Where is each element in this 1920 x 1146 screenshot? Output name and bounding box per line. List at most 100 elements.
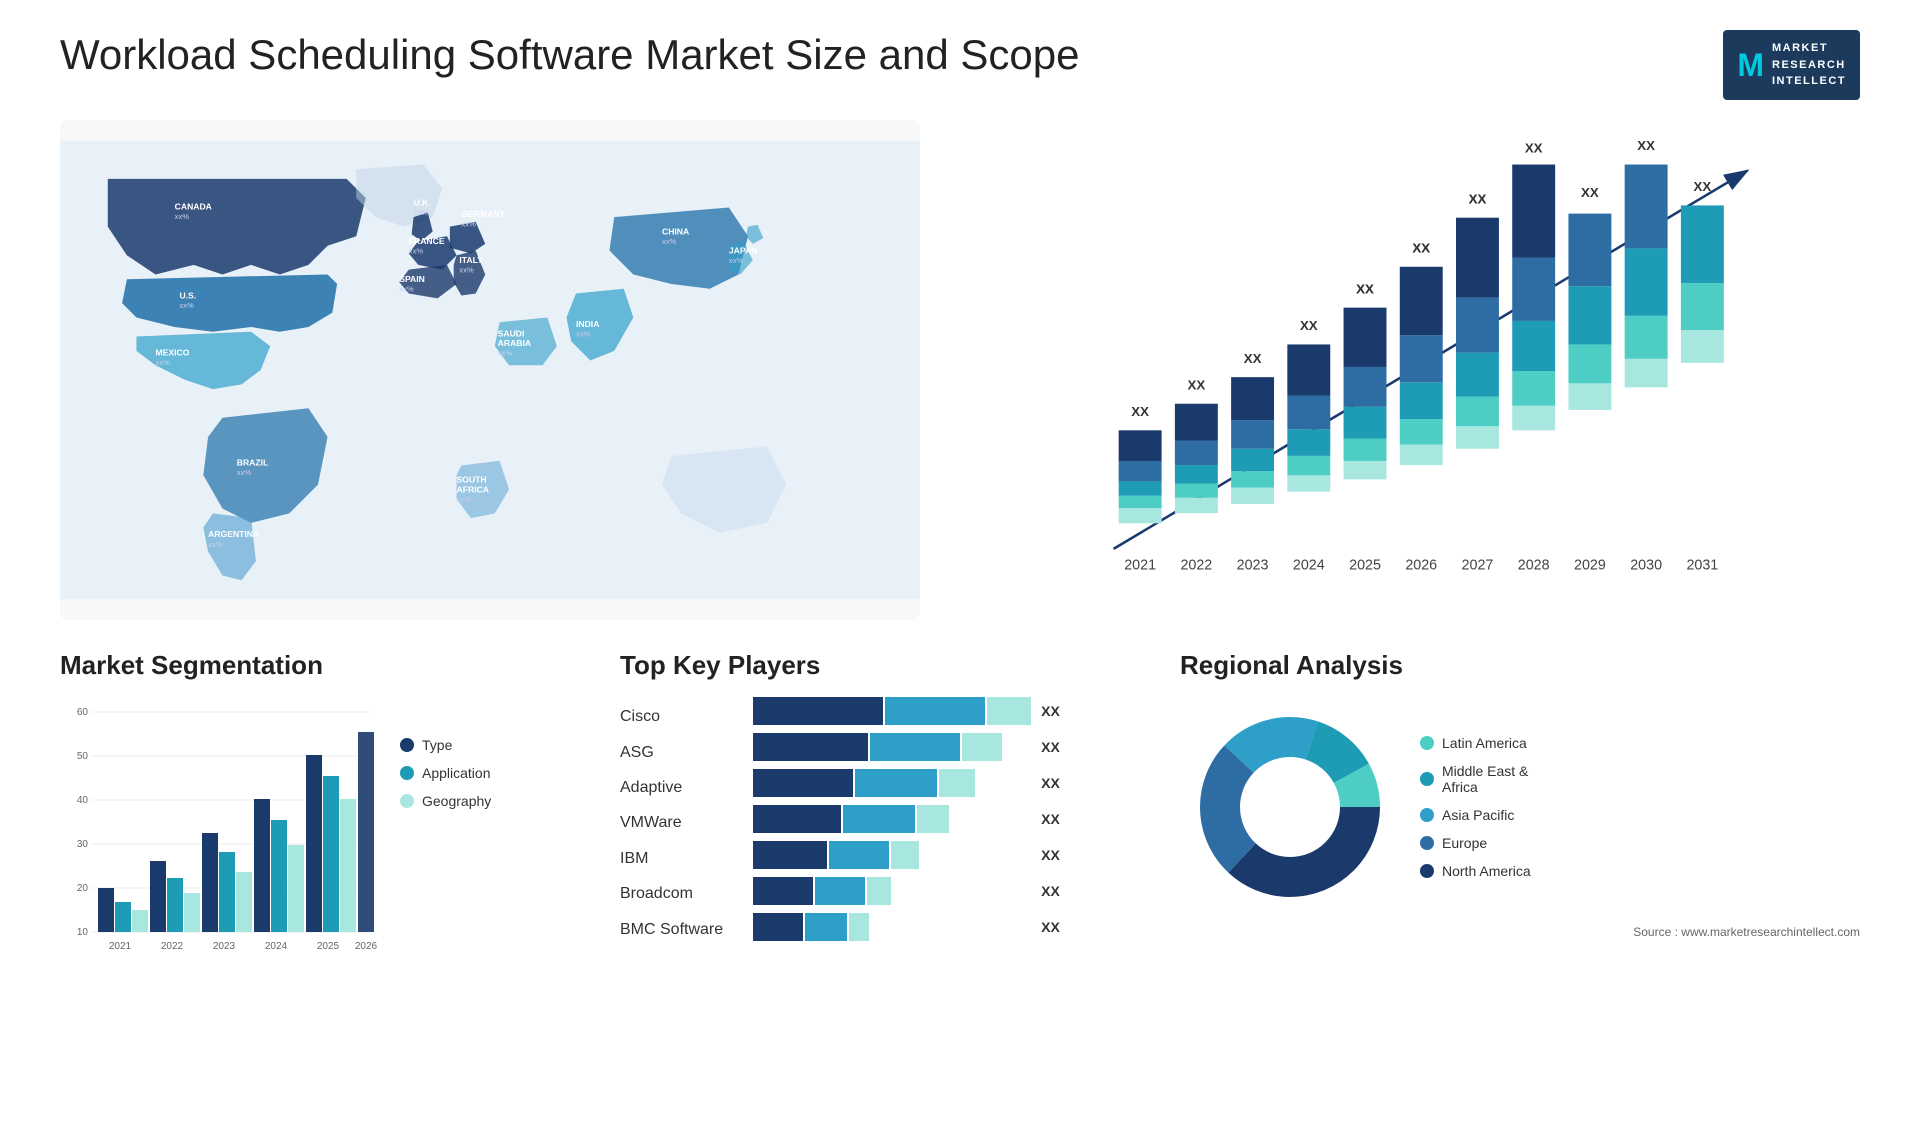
asg-value: XX	[1041, 739, 1060, 755]
players-list: Cisco ASG Adaptive VMWare IBM Broadcom B…	[620, 697, 1140, 941]
svg-text:2024: 2024	[265, 941, 288, 952]
svg-text:XX: XX	[1694, 179, 1712, 194]
players-bars: XX XX	[753, 697, 1140, 941]
svg-text:50: 50	[77, 751, 89, 762]
legend-north-america: North America	[1420, 863, 1531, 879]
vmware-value: XX	[1041, 811, 1060, 827]
application-label: Application	[422, 765, 491, 781]
bar-ibm: XX	[753, 841, 1140, 869]
svg-text:2025: 2025	[317, 941, 340, 952]
svg-text:20: 20	[77, 883, 89, 894]
player-ibm: IBM	[620, 850, 723, 868]
asia-pacific-label: Asia Pacific	[1442, 807, 1514, 823]
svg-text:2027: 2027	[1462, 557, 1494, 573]
regional-title: Regional Analysis	[1180, 650, 1860, 681]
bar-bmc: XX	[753, 913, 1140, 941]
player-bmc: BMC Software	[620, 921, 723, 939]
svg-text:CANADA: CANADA	[175, 201, 212, 211]
players-names: Cisco ASG Adaptive VMWare IBM Broadcom B…	[620, 697, 723, 941]
geography-label: Geography	[422, 793, 491, 809]
europe-label: Europe	[1442, 835, 1487, 851]
svg-text:10: 10	[77, 927, 89, 938]
svg-text:BRAZIL: BRAZIL	[237, 457, 269, 467]
svg-text:XX: XX	[1188, 377, 1206, 392]
svg-text:2028: 2028	[1518, 557, 1550, 573]
svg-text:SAUDI: SAUDI	[498, 328, 525, 338]
svg-text:xx%: xx%	[576, 329, 591, 338]
cisco-value: XX	[1041, 703, 1060, 719]
type-label: Type	[422, 737, 452, 753]
regional-analysis: Regional Analysis	[1180, 650, 1860, 1010]
svg-text:ARABIA: ARABIA	[498, 338, 531, 348]
svg-text:SPAIN: SPAIN	[399, 274, 425, 284]
ibm-value: XX	[1041, 847, 1060, 863]
player-cisco: Cisco	[620, 708, 723, 726]
svg-text:2021: 2021	[109, 941, 132, 952]
logo-m-icon: M	[1737, 49, 1764, 81]
svg-text:2031: 2031	[1686, 557, 1718, 573]
bar-chart: XX XX XX XX	[960, 120, 1860, 620]
broadcom-value: XX	[1041, 883, 1060, 899]
world-map-svg: CANADA xx% U.S. xx% MEXICO xx% BRAZIL xx…	[60, 120, 920, 620]
svg-text:2022: 2022	[161, 941, 184, 952]
key-players: Top Key Players Cisco ASG Adaptive VMWar…	[620, 650, 1140, 1010]
market-segmentation: Market Segmentation 60 50 40 30 20 10	[60, 650, 580, 1010]
legend-europe: Europe	[1420, 835, 1531, 851]
svg-text:xx%: xx%	[498, 348, 513, 357]
svg-text:U.S.: U.S.	[179, 290, 196, 300]
svg-text:2026: 2026	[355, 941, 378, 952]
world-map: CANADA xx% U.S. xx% MEXICO xx% BRAZIL xx…	[60, 120, 920, 620]
svg-text:2026: 2026	[1405, 557, 1437, 573]
bar-chart-svg: XX XX XX XX	[980, 140, 1840, 600]
svg-text:XX: XX	[1131, 404, 1149, 419]
player-broadcom: Broadcom	[620, 885, 723, 903]
svg-text:xx%: xx%	[156, 358, 171, 367]
svg-text:XX: XX	[1412, 240, 1430, 255]
svg-text:xx%: xx%	[175, 212, 190, 221]
bottom-section: Market Segmentation 60 50 40 30 20 10	[60, 650, 1860, 1010]
svg-text:2029: 2029	[1574, 557, 1606, 573]
donut-chart	[1180, 697, 1400, 917]
svg-text:xx%: xx%	[414, 208, 429, 217]
svg-text:2022: 2022	[1180, 557, 1212, 573]
svg-text:xx%: xx%	[208, 539, 223, 548]
legend-middle-east: Middle East &Africa	[1420, 763, 1531, 795]
svg-text:xx%: xx%	[399, 284, 414, 293]
svg-text:XX: XX	[1356, 281, 1374, 296]
north-america-dot	[1420, 864, 1434, 878]
application-dot	[400, 766, 414, 780]
svg-text:xx%: xx%	[662, 236, 677, 245]
bar-asg: XX	[753, 733, 1140, 761]
svg-text:30: 30	[77, 839, 89, 850]
page-title: Workload Scheduling Software Market Size…	[60, 30, 1079, 80]
player-vmware: VMWare	[620, 814, 723, 832]
svg-text:GERMANY: GERMANY	[461, 209, 505, 219]
svg-text:XX: XX	[1300, 318, 1318, 333]
legend-latin-america: Latin America	[1420, 735, 1531, 751]
latin-america-dot	[1420, 736, 1434, 750]
svg-text:U.K.: U.K.	[414, 197, 431, 207]
svg-text:40: 40	[77, 795, 89, 806]
svg-text:XX: XX	[1469, 191, 1487, 206]
svg-text:CHINA: CHINA	[662, 226, 689, 236]
source-text: Source : www.marketresearchintellect.com	[1180, 925, 1860, 939]
logo: M MARKETRESEARCHINTELLECT	[1723, 30, 1860, 100]
svg-text:2023: 2023	[213, 941, 236, 952]
asia-pacific-dot	[1420, 808, 1434, 822]
svg-text:xx%: xx%	[409, 246, 424, 255]
svg-text:ITALY: ITALY	[459, 254, 483, 264]
svg-text:AFRICA: AFRICA	[457, 484, 489, 494]
top-section: CANADA xx% U.S. xx% MEXICO xx% BRAZIL xx…	[60, 120, 1860, 620]
regional-chart: Latin America Middle East &Africa Asia P…	[1180, 697, 1860, 917]
bar-vmware: XX	[753, 805, 1140, 833]
svg-text:XX: XX	[1581, 185, 1599, 200]
svg-text:FRANCE: FRANCE	[409, 235, 445, 245]
svg-text:2024: 2024	[1293, 557, 1325, 573]
svg-text:xx%: xx%	[179, 300, 194, 309]
europe-dot	[1420, 836, 1434, 850]
svg-text:xx%: xx%	[457, 494, 472, 503]
bar-adaptive: XX	[753, 769, 1140, 797]
legend-type: Type	[400, 737, 491, 753]
middle-east-dot	[1420, 772, 1434, 786]
regional-legend: Latin America Middle East &Africa Asia P…	[1420, 735, 1531, 879]
